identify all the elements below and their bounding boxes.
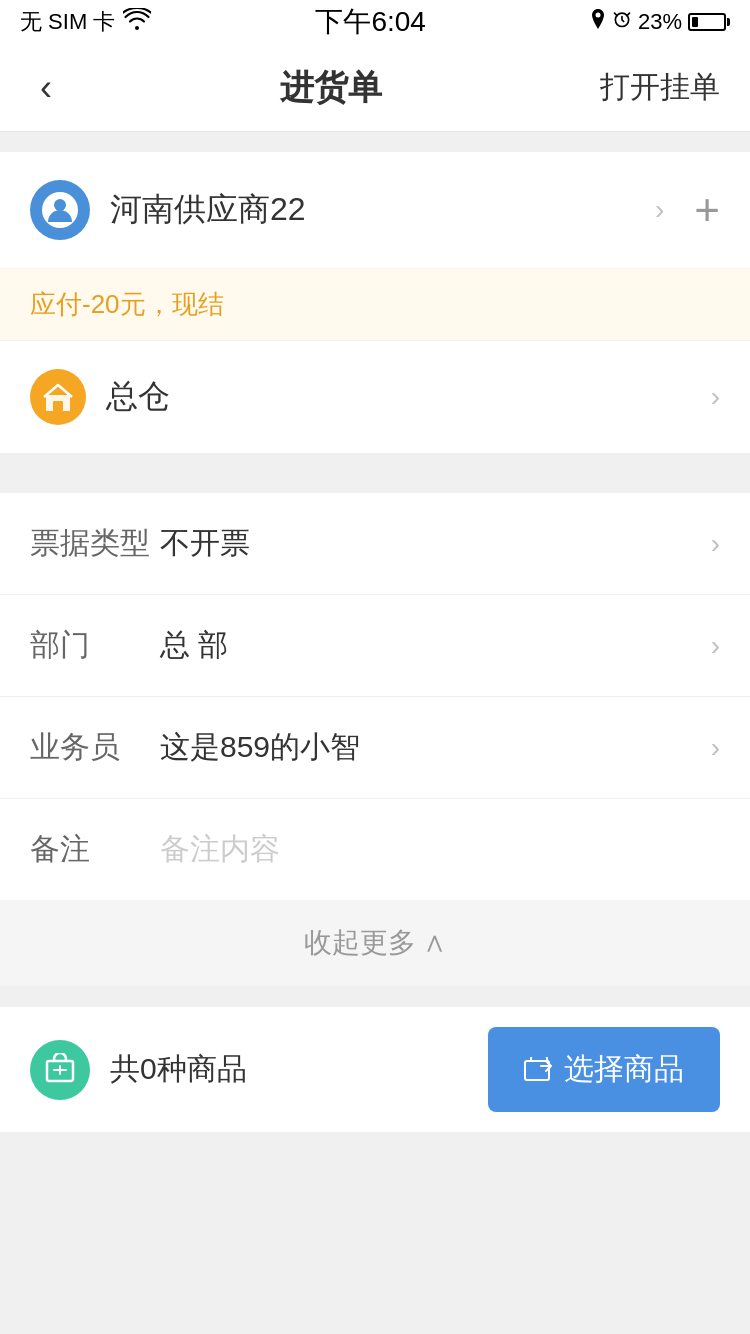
wifi-icon bbox=[123, 8, 151, 36]
invoice-value: 不开票 bbox=[160, 523, 711, 564]
supplier-section: 河南供应商22 › + 应付-20元，现结 总仓 › bbox=[0, 152, 750, 453]
dept-row[interactable]: 部门 总 部 › bbox=[0, 595, 750, 697]
status-left: 无 SIM 卡 bbox=[20, 7, 151, 37]
salesperson-arrow-icon: › bbox=[711, 732, 720, 764]
product-icon-wrap bbox=[30, 1040, 90, 1100]
dept-label: 部门 bbox=[30, 625, 160, 666]
section-gap-2 bbox=[0, 453, 750, 473]
status-time: 下午6:04 bbox=[315, 3, 426, 41]
open-pending-button[interactable]: 打开挂单 bbox=[600, 67, 720, 108]
product-count: 共0种商品 bbox=[110, 1049, 488, 1090]
cart-icon bbox=[43, 1053, 77, 1087]
dept-value: 总 部 bbox=[160, 625, 711, 666]
supplier-avatar bbox=[30, 180, 90, 240]
battery-percent: 23% bbox=[638, 9, 682, 35]
page-title: 进货单 bbox=[280, 65, 382, 111]
warehouse-label: 总仓 bbox=[106, 375, 711, 419]
svg-rect-4 bbox=[53, 401, 63, 411]
battery-icon bbox=[688, 13, 730, 31]
invoice-row[interactable]: 票据类型 不开票 › bbox=[0, 493, 750, 595]
dept-arrow-icon: › bbox=[711, 630, 720, 662]
notice-text: 应付-20元，现结 bbox=[30, 289, 224, 319]
collapse-row[interactable]: 收起更多 ∧ bbox=[0, 900, 750, 986]
warehouse-row[interactable]: 总仓 › bbox=[0, 340, 750, 453]
back-button[interactable]: ‹ bbox=[30, 57, 62, 119]
person-icon bbox=[46, 196, 74, 224]
svg-point-0 bbox=[595, 13, 600, 18]
notice-row: 应付-20元，现结 bbox=[0, 269, 750, 340]
remark-row[interactable]: 备注 备注内容 bbox=[0, 799, 750, 900]
remark-label: 备注 bbox=[30, 829, 160, 870]
supplier-row[interactable]: 河南供应商22 › + bbox=[0, 152, 750, 269]
warehouse-icon bbox=[42, 381, 74, 413]
invoice-label: 票据类型 bbox=[30, 523, 160, 564]
location-icon bbox=[590, 9, 606, 35]
salesperson-label: 业务员 bbox=[30, 727, 160, 768]
form-section: 票据类型 不开票 › 部门 总 部 › 业务员 这是859的小智 › 备注 备注… bbox=[0, 493, 750, 900]
warehouse-icon-wrap bbox=[30, 369, 86, 425]
status-bar: 无 SIM 卡 下午6:04 23% bbox=[0, 0, 750, 44]
select-product-label: 选择商品 bbox=[564, 1049, 684, 1090]
nav-bar: ‹ 进货单 打开挂单 bbox=[0, 44, 750, 132]
supplier-name: 河南供应商22 bbox=[110, 188, 655, 232]
remark-input[interactable]: 备注内容 bbox=[160, 829, 720, 870]
select-product-button[interactable]: 选择商品 bbox=[488, 1027, 720, 1112]
status-right: 23% bbox=[590, 9, 730, 35]
svg-point-2 bbox=[54, 199, 66, 211]
section-gap-3 bbox=[0, 986, 750, 1006]
select-product-icon bbox=[524, 1057, 554, 1083]
warehouse-arrow-icon: › bbox=[711, 381, 720, 413]
salesperson-row[interactable]: 业务员 这是859的小智 › bbox=[0, 697, 750, 799]
main-content: 河南供应商22 › + 应付-20元，现结 总仓 › 票据类型 bbox=[0, 132, 750, 1334]
section-gap-1 bbox=[0, 132, 750, 152]
alarm-icon bbox=[612, 9, 632, 35]
invoice-arrow-icon: › bbox=[711, 528, 720, 560]
carrier-label: 无 SIM 卡 bbox=[20, 7, 115, 37]
salesperson-value: 这是859的小智 bbox=[160, 727, 711, 768]
collapse-label: 收起更多 ∧ bbox=[304, 927, 447, 958]
supplier-arrow-icon: › bbox=[655, 194, 664, 226]
add-supplier-button[interactable]: + bbox=[694, 188, 720, 232]
bottom-bar: 共0种商品 选择商品 bbox=[0, 1006, 750, 1132]
